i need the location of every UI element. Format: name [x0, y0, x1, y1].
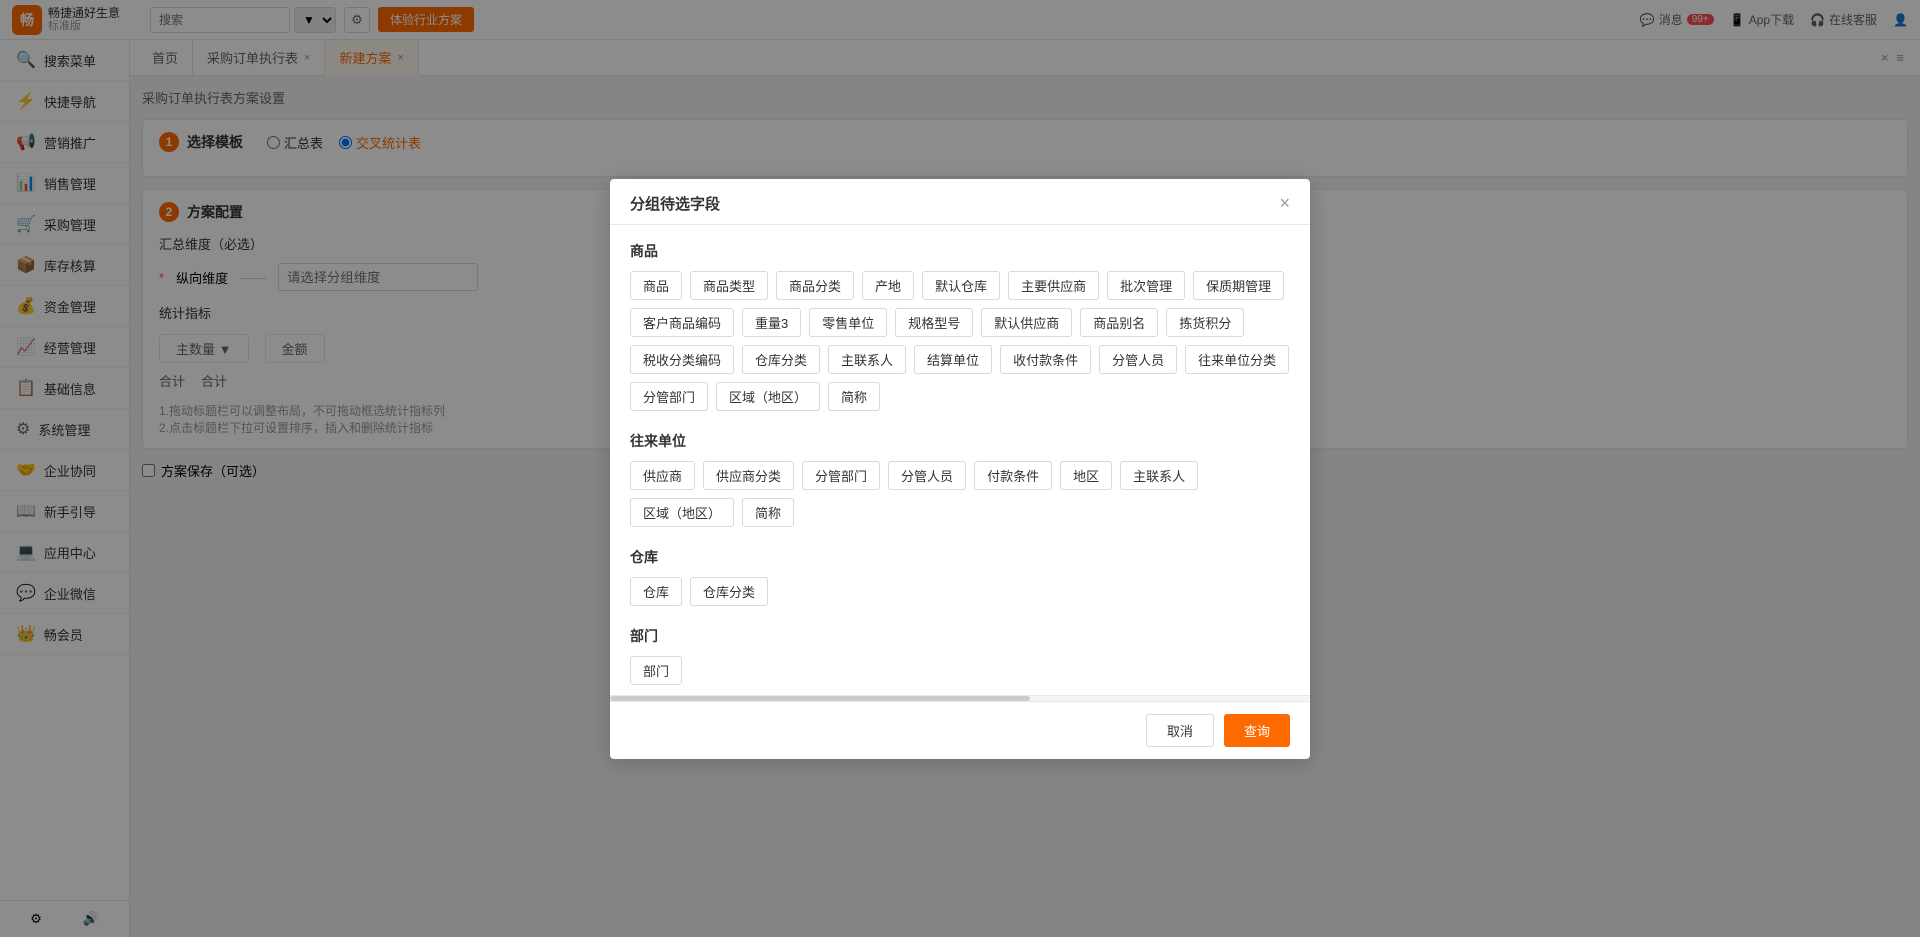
dialog-title: 分组待选字段: [630, 193, 720, 214]
field-tag[interactable]: 保质期管理: [1193, 271, 1284, 300]
field-tag[interactable]: 分管人员: [888, 461, 966, 490]
group-warehouse: 仓库 仓库 仓库分类: [630, 547, 1290, 606]
field-tag[interactable]: 往来单位分类: [1185, 345, 1289, 374]
confirm-button[interactable]: 查询: [1224, 714, 1290, 747]
group-counterpart-tags: 供应商 供应商分类 分管部门 分管人员 付款条件 地区 主联系人 区域（地区） …: [630, 461, 1290, 527]
dialog-overlay: 分组待选字段 × 商品 商品 商品类型 商品分类 产地 默认仓库 主要供应商 批…: [0, 0, 1920, 937]
field-tag[interactable]: 地区: [1060, 461, 1112, 490]
field-tag[interactable]: 批次管理: [1107, 271, 1185, 300]
field-tag[interactable]: 简称: [828, 382, 880, 411]
field-tag[interactable]: 仓库分类: [742, 345, 820, 374]
field-tag[interactable]: 客户商品编码: [630, 308, 734, 337]
dialog-header: 分组待选字段 ×: [610, 179, 1310, 225]
group-warehouse-tags: 仓库 仓库分类: [630, 577, 1290, 606]
field-tag[interactable]: 规格型号: [895, 308, 973, 337]
dialog-footer: 取消 查询: [610, 701, 1310, 759]
field-tag[interactable]: 收付款条件: [1000, 345, 1091, 374]
group-department-title: 部门: [630, 626, 1290, 646]
field-tag[interactable]: 产地: [862, 271, 914, 300]
cancel-button[interactable]: 取消: [1146, 714, 1214, 747]
field-tag[interactable]: 简称: [742, 498, 794, 527]
field-tag[interactable]: 税收分类编码: [630, 345, 734, 374]
field-tag[interactable]: 分管部门: [802, 461, 880, 490]
dialog-hscroll[interactable]: [610, 695, 1310, 701]
field-tag[interactable]: 商品分类: [776, 271, 854, 300]
group-counterpart: 往来单位 供应商 供应商分类 分管部门 分管人员 付款条件 地区 主联系人 区域…: [630, 431, 1290, 527]
field-tag[interactable]: 仓库: [630, 577, 682, 606]
field-tag[interactable]: 零售单位: [809, 308, 887, 337]
dialog-close-button[interactable]: ×: [1279, 194, 1290, 212]
field-tag[interactable]: 商品: [630, 271, 682, 300]
field-tag[interactable]: 供应商: [630, 461, 695, 490]
field-tag[interactable]: 分管部门: [630, 382, 708, 411]
group-department: 部门 部门: [630, 626, 1290, 685]
field-tag[interactable]: 分管人员: [1099, 345, 1177, 374]
field-tag[interactable]: 主联系人: [1120, 461, 1198, 490]
group-goods-tags: 商品 商品类型 商品分类 产地 默认仓库 主要供应商 批次管理 保质期管理 客户…: [630, 271, 1290, 411]
field-tag[interactable]: 商品类型: [690, 271, 768, 300]
group-goods-title: 商品: [630, 241, 1290, 261]
field-tag[interactable]: 结算单位: [914, 345, 992, 374]
field-tag[interactable]: 主联系人: [828, 345, 906, 374]
dialog-body: 商品 商品 商品类型 商品分类 产地 默认仓库 主要供应商 批次管理 保质期管理…: [610, 225, 1310, 695]
dialog-hscroll-thumb: [610, 696, 1030, 701]
group-goods: 商品 商品 商品类型 商品分类 产地 默认仓库 主要供应商 批次管理 保质期管理…: [630, 241, 1290, 411]
field-tag[interactable]: 区域（地区）: [630, 498, 734, 527]
field-tag[interactable]: 付款条件: [974, 461, 1052, 490]
field-tag[interactable]: 拣货积分: [1166, 308, 1244, 337]
group-counterpart-title: 往来单位: [630, 431, 1290, 451]
field-select-dialog: 分组待选字段 × 商品 商品 商品类型 商品分类 产地 默认仓库 主要供应商 批…: [610, 179, 1310, 759]
field-tag[interactable]: 主要供应商: [1008, 271, 1099, 300]
field-tag[interactable]: 区域（地区）: [716, 382, 820, 411]
field-tag[interactable]: 仓库分类: [690, 577, 768, 606]
group-department-tags: 部门: [630, 656, 1290, 685]
field-tag[interactable]: 重量3: [742, 308, 801, 337]
field-tag[interactable]: 默认仓库: [922, 271, 1000, 300]
field-tag[interactable]: 供应商分类: [703, 461, 794, 490]
field-tag[interactable]: 商品别名: [1080, 308, 1158, 337]
field-tag[interactable]: 默认供应商: [981, 308, 1072, 337]
field-tag[interactable]: 部门: [630, 656, 682, 685]
group-warehouse-title: 仓库: [630, 547, 1290, 567]
